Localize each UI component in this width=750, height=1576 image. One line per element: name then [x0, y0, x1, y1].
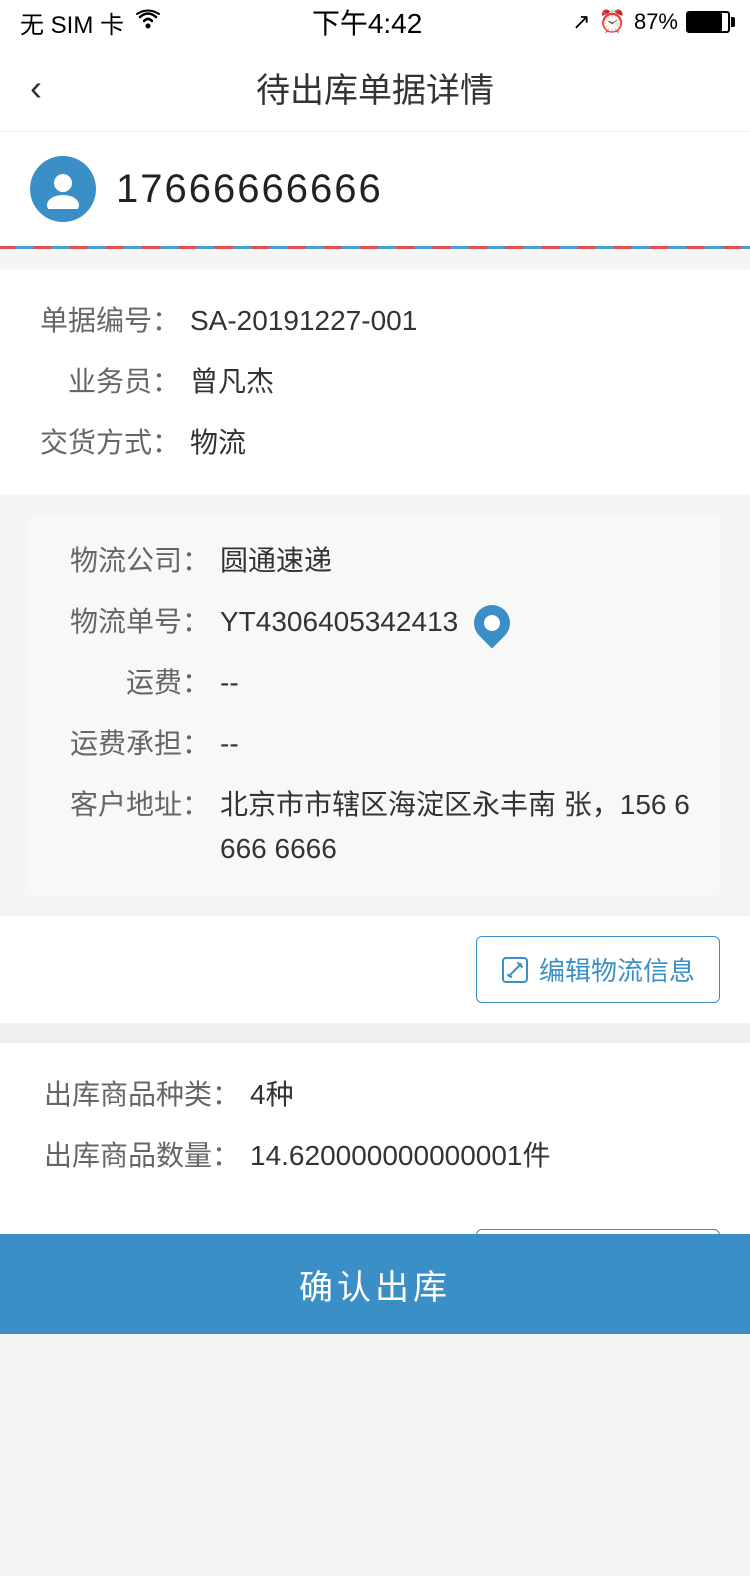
goods-types-row: 出库商品种类： 4种 [30, 1073, 720, 1118]
goods-types-label: 出库商品种类： [30, 1073, 240, 1118]
order-no-value: SA-20191227-001 [190, 299, 720, 344]
edit-icon [501, 956, 529, 984]
freight-bear-value: -- [220, 722, 690, 767]
salesman-value: 曾凡杰 [190, 360, 720, 405]
location-icon[interactable] [467, 597, 518, 648]
status-right: ↗ ⏰ 87% [572, 9, 730, 35]
tracking-label: 物流单号： [60, 600, 210, 645]
company-label: 物流公司： [60, 539, 210, 584]
delivery-label: 交货方式： [30, 421, 180, 466]
user-header: 17666666666 [0, 132, 750, 249]
battery-percent: 87% [634, 9, 678, 35]
page-title: 待出库单据详情 [256, 63, 494, 112]
carrier-label: 无 SIM 卡 [20, 5, 124, 40]
logistics-card: 物流公司： 圆通速递 物流单号： YT4306405342413 运费： -- … [30, 515, 720, 896]
goods-types-value: 4种 [250, 1073, 720, 1118]
bottom-space [0, 1316, 750, 1576]
tracking-value: YT4306405342413 [220, 600, 690, 645]
edit-logistics-label: 编辑物流信息 [539, 951, 695, 988]
goods-section: 出库商品种类： 4种 出库商品数量： 14.620000000000001件 [0, 1043, 750, 1209]
address-value: 北京市市辖区海淀区永丰南 张，156 6666 6666 [220, 783, 690, 873]
goods-quantity-row: 出库商品数量： 14.620000000000001件 [30, 1134, 720, 1179]
freight-bear-row: 运费承担： -- [60, 722, 690, 767]
status-bar: 无 SIM 卡 下午4:42 ↗ ⏰ 87% [0, 0, 750, 44]
status-left: 无 SIM 卡 [20, 5, 162, 40]
user-avatar [30, 156, 96, 222]
freight-bear-label: 运费承担： [60, 722, 210, 767]
freight-row: 运费： -- [60, 661, 690, 706]
address-label: 客户地址： [60, 783, 210, 828]
battery-icon [686, 11, 730, 33]
order-no-row: 单据编号： SA-20191227-001 [30, 299, 720, 344]
back-button[interactable]: ‹ [30, 57, 62, 119]
tracking-row: 物流单号： YT4306405342413 [60, 600, 690, 645]
salesman-row: 业务员： 曾凡杰 [30, 360, 720, 405]
wifi-icon [134, 8, 162, 36]
location-status-icon: ↗ [572, 9, 590, 35]
order-no-label: 单据编号： [30, 299, 180, 344]
company-row: 物流公司： 圆通速递 [60, 539, 690, 584]
freight-label: 运费： [60, 661, 210, 706]
alarm-icon: ⏰ [599, 9, 626, 35]
company-value: 圆通速递 [220, 539, 690, 584]
section-divider [0, 1023, 750, 1043]
confirm-button-bar[interactable]: 确认出库 [0, 1234, 750, 1334]
edit-logistics-row: 编辑物流信息 [0, 916, 750, 1023]
nav-bar: ‹ 待出库单据详情 [0, 44, 750, 132]
goods-quantity-value: 14.620000000000001件 [250, 1134, 720, 1179]
edit-logistics-button[interactable]: 编辑物流信息 [476, 936, 720, 1003]
basic-info-section: 单据编号： SA-20191227-001 业务员： 曾凡杰 交货方式： 物流 [0, 269, 750, 495]
confirm-button-label: 确认出库 [299, 1260, 451, 1309]
user-phone: 17666666666 [116, 167, 383, 212]
delivery-value: 物流 [190, 421, 720, 466]
delivery-row: 交货方式： 物流 [30, 421, 720, 466]
salesman-label: 业务员： [30, 360, 180, 405]
address-row: 客户地址： 北京市市辖区海淀区永丰南 张，156 6666 6666 [60, 783, 690, 873]
freight-value: -- [220, 661, 690, 706]
goods-quantity-label: 出库商品数量： [30, 1134, 240, 1179]
status-time: 下午4:42 [312, 2, 423, 42]
